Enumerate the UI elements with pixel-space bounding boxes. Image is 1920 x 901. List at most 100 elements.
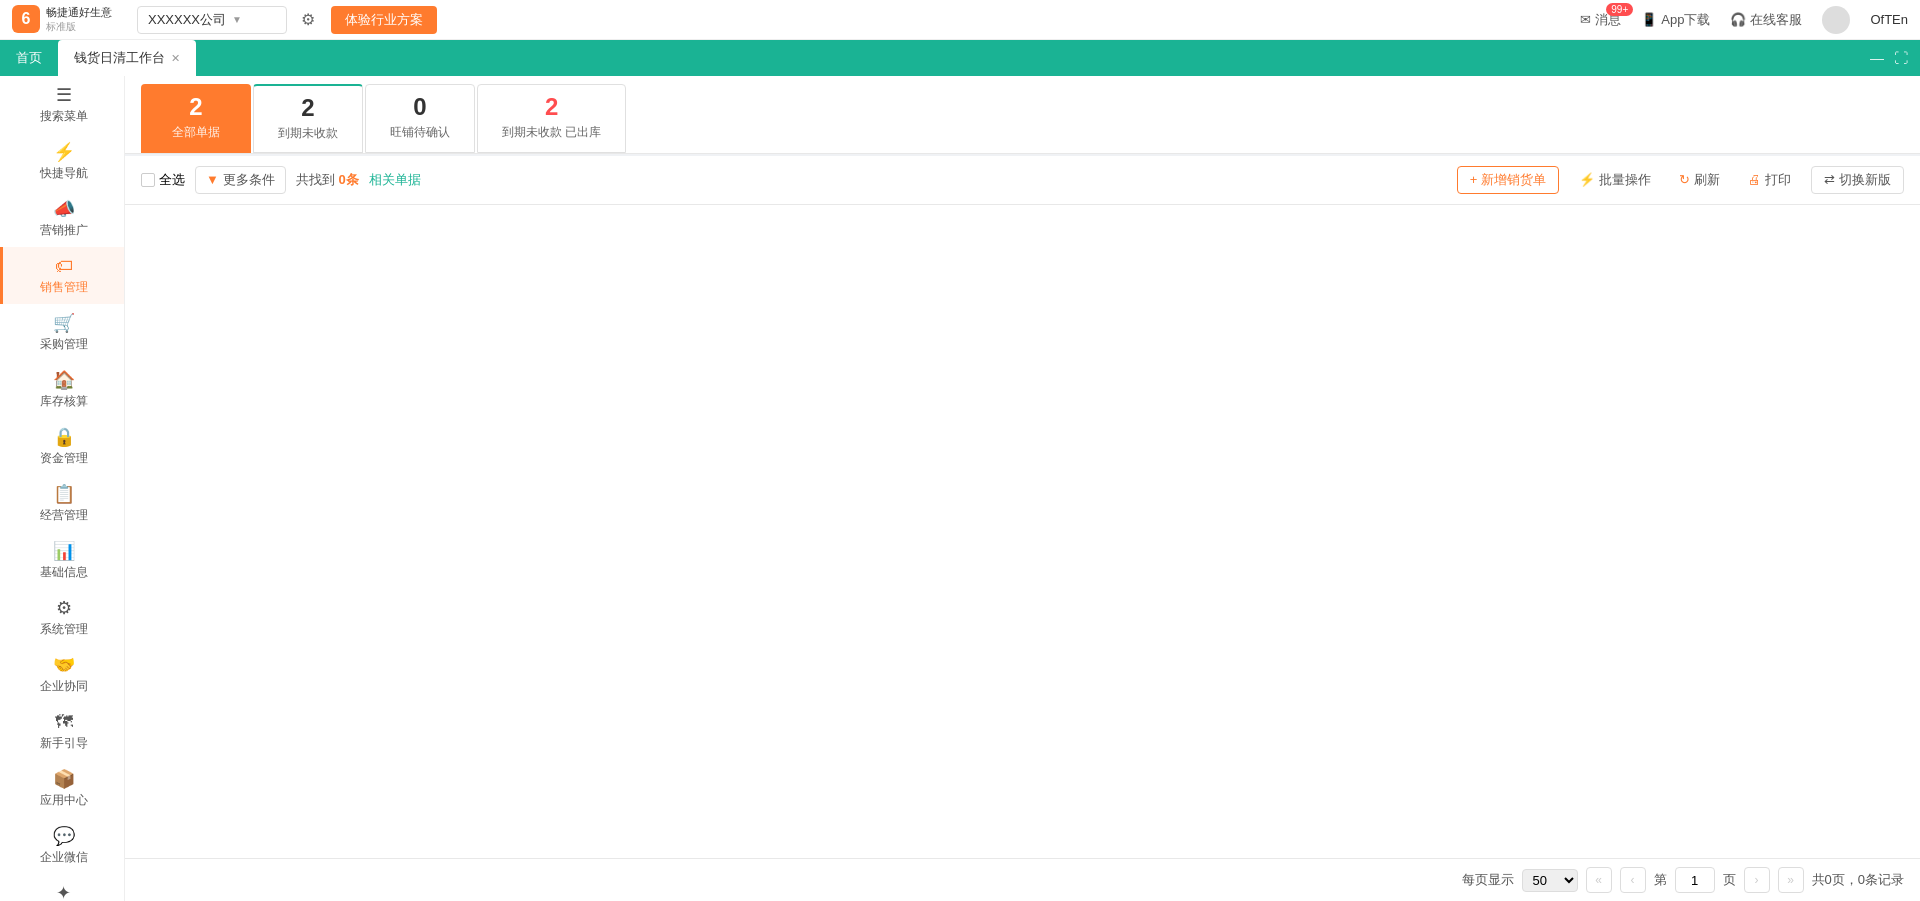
close-icon[interactable]: ✕ — [171, 52, 180, 65]
sidebar-item-purchase[interactable]: 🛒 采购管理 — [0, 304, 124, 361]
stats-tab-wangpu-label: 旺铺待确认 — [390, 124, 450, 141]
per-page-label: 每页显示 — [1462, 871, 1514, 889]
sidebar-item-app-center[interactable]: 📦 应用中心 — [0, 760, 124, 817]
refresh-button[interactable]: ↻ 刷新 — [1671, 167, 1728, 193]
found-text: 共找到 0条 — [296, 171, 359, 189]
stats-tab-shipped-number: 2 — [545, 93, 558, 122]
layout: ☰ 搜索菜单 ⚡ 快捷导航 📣 营销推广 🏷 销售管理 🛒 采购管理 🏠 库存核… — [0, 76, 1920, 901]
sidebar-label: 搜索菜单 — [40, 108, 88, 125]
service-icon: 🎧 — [1730, 12, 1746, 27]
stats-tab-all[interactable]: 2 全部单据 — [141, 84, 251, 153]
add-button[interactable]: + 新增销货单 — [1457, 166, 1559, 194]
last-page-button[interactable]: » — [1778, 867, 1804, 893]
page-suffix: 页 — [1723, 871, 1736, 889]
message-icon: ✉ — [1580, 12, 1591, 27]
prev-page-button[interactable]: ‹ — [1620, 867, 1646, 893]
stats-tab-all-number: 2 — [189, 93, 202, 122]
found-prefix: 共找到 — [296, 172, 335, 187]
switch-version-button[interactable]: ⇄ 切换新版 — [1811, 166, 1904, 194]
sidebar-label: 应用中心 — [40, 792, 88, 809]
related-link[interactable]: 相关单据 — [369, 171, 421, 189]
purchase-icon: 🛒 — [53, 314, 75, 332]
sidebar-item-enterprise-wechat[interactable]: 💬 企业微信 — [0, 817, 124, 874]
cooperation-icon: 🤝 — [53, 656, 75, 674]
sidebar-item-system[interactable]: ⚙ 系统管理 — [0, 589, 124, 646]
pagination: 每页显示 50 100 200 « ‹ 第 页 › » 共0页，0条记录 — [125, 858, 1920, 901]
stats-tab-wangpu[interactable]: 0 旺铺待确认 — [365, 84, 475, 153]
select-all-checkbox[interactable]: 全选 — [141, 171, 185, 189]
table-area — [125, 205, 1920, 858]
marketing-icon: 📣 — [53, 200, 75, 218]
quick-nav-icon: ⚡ — [53, 143, 75, 161]
stats-tab-overdue[interactable]: 2 到期未收款 — [253, 84, 363, 153]
stats-tab-overdue-label: 到期未收款 — [278, 125, 338, 142]
sidebar-item-operations[interactable]: 📋 经营管理 — [0, 475, 124, 532]
header-right: ✉ 消息 99+ 📱 App下载 🎧 在线客服 OfTEn — [1580, 6, 1908, 34]
batch-button[interactable]: ⚡ 批量操作 — [1571, 167, 1659, 193]
sidebar-item-inventory[interactable]: 🏠 库存核算 — [0, 361, 124, 418]
logo-sub: 标准版 — [46, 20, 112, 34]
stats-tab-shipped[interactable]: 2 到期未收款 已出库 — [477, 84, 626, 153]
nav-tab-actions: — ⛶ — [1870, 50, 1920, 66]
filter-label: 更多条件 — [223, 171, 275, 189]
sidebar: ☰ 搜索菜单 ⚡ 快捷导航 📣 营销推广 🏷 销售管理 🛒 采购管理 🏠 库存核… — [0, 76, 125, 901]
checkbox-input[interactable] — [141, 173, 155, 187]
vip-icon: ✦ — [56, 884, 71, 901]
batch-label: 批量操作 — [1599, 171, 1651, 189]
sidebar-item-finance[interactable]: 🔒 资金管理 — [0, 418, 124, 475]
sidebar-item-quick-nav[interactable]: ⚡ 快捷导航 — [0, 133, 124, 190]
sidebar-label: 经营管理 — [40, 507, 88, 524]
sidebar-item-vip[interactable]: ✦ 畅会员 — [0, 874, 124, 901]
print-label: 打印 — [1765, 171, 1791, 189]
page-input[interactable] — [1675, 867, 1715, 893]
sidebar-item-cooperation[interactable]: 🤝 企业协同 — [0, 646, 124, 703]
stats-tab-all-label: 全部单据 — [172, 124, 220, 141]
found-count: 0条 — [339, 172, 359, 187]
filter-button[interactable]: ▼ 更多条件 — [195, 166, 286, 194]
app-download-button[interactable]: 📱 App下载 — [1641, 11, 1710, 29]
tab-workbench[interactable]: 钱货日清工作台 ✕ — [58, 40, 196, 76]
sales-icon: 🏷 — [55, 257, 73, 275]
online-service-button[interactable]: 🎧 在线客服 — [1730, 11, 1802, 29]
maximize-icon[interactable]: ⛶ — [1894, 50, 1908, 66]
sidebar-item-search-menu[interactable]: ☰ 搜索菜单 — [0, 76, 124, 133]
logo-icon: 6 — [12, 5, 40, 33]
sidebar-label: 营销推广 — [40, 222, 88, 239]
sidebar-label: 采购管理 — [40, 336, 88, 353]
first-page-button[interactable]: « — [1586, 867, 1612, 893]
logo: 6 畅捷通好生意 标准版 — [12, 5, 137, 33]
print-button[interactable]: 🖨 打印 — [1740, 167, 1799, 193]
tab-home[interactable]: 首页 — [0, 40, 58, 76]
sidebar-item-guide[interactable]: 🗺 新手引导 — [0, 703, 124, 760]
page-size-select[interactable]: 50 100 200 — [1522, 869, 1578, 892]
system-icon: ⚙ — [56, 599, 72, 617]
stats-tab-overdue-number: 2 — [301, 94, 314, 123]
company-selector[interactable]: XXXXXX公司 ▼ — [137, 6, 287, 34]
filter-icon: ▼ — [206, 172, 219, 187]
inventory-icon: 🏠 — [53, 371, 75, 389]
logo-text: 畅捷通好生意 — [46, 5, 112, 19]
avatar-name: OfTEn — [1870, 12, 1908, 27]
sidebar-label: 资金管理 — [40, 450, 88, 467]
operations-icon: 📋 — [53, 485, 75, 503]
batch-icon: ⚡ — [1579, 172, 1595, 187]
sidebar-item-sales[interactable]: 🏷 销售管理 — [0, 247, 124, 304]
avatar[interactable] — [1822, 6, 1850, 34]
minimize-icon[interactable]: — — [1870, 50, 1884, 66]
search-menu-icon: ☰ — [56, 86, 72, 104]
basic-info-icon: 📊 — [53, 542, 75, 560]
company-name: XXXXXX公司 — [148, 11, 226, 29]
sidebar-item-basic-info[interactable]: 📊 基础信息 — [0, 532, 124, 589]
refresh-icon: ↻ — [1679, 172, 1690, 187]
finance-icon: 🔒 — [53, 428, 75, 446]
tab-workbench-label: 钱货日清工作台 — [74, 49, 165, 67]
settings-icon[interactable]: ⚙ — [297, 6, 319, 33]
next-page-button[interactable]: › — [1744, 867, 1770, 893]
online-service-label: 在线客服 — [1750, 11, 1802, 29]
messages-button[interactable]: ✉ 消息 99+ — [1580, 11, 1621, 29]
toolbar-left: 全选 ▼ 更多条件 共找到 0条 相关单据 — [141, 166, 1445, 194]
sidebar-label: 企业微信 — [40, 849, 88, 866]
sidebar-item-marketing[interactable]: 📣 营销推广 — [0, 190, 124, 247]
experience-button[interactable]: 体验行业方案 — [331, 6, 437, 34]
print-icon: 🖨 — [1748, 172, 1761, 187]
